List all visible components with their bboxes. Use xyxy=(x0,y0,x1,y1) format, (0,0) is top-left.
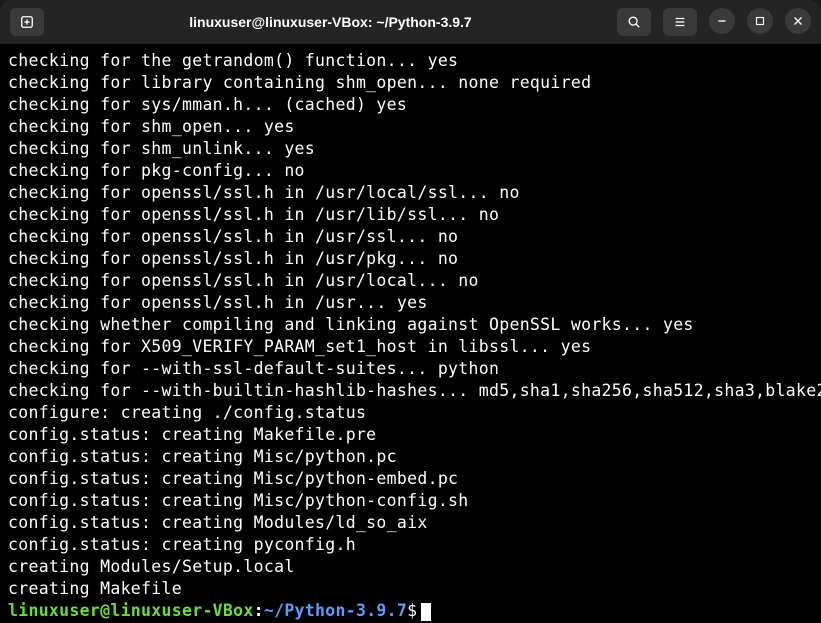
prompt-user: linuxuser@linuxuser-VBox xyxy=(8,601,254,620)
terminal-line: creating Makefile xyxy=(8,578,813,600)
terminal-line: checking for X509_VERIFY_PARAM_set1_host… xyxy=(8,336,813,358)
window-title: linuxuser@linuxuser-VBox: ~/Python-3.9.7 xyxy=(44,14,617,30)
terminal-line: checking for openssl/ssl.h in /usr... ye… xyxy=(8,292,813,314)
terminal-line: config.status: creating Misc/python-conf… xyxy=(8,490,813,512)
titlebar: linuxuser@linuxuser-VBox: ~/Python-3.9.7 xyxy=(0,0,821,44)
prompt-path: ~/Python-3.9.7 xyxy=(264,601,407,620)
new-tab-button[interactable] xyxy=(10,8,44,36)
terminal-line: config.status: creating Modules/ld_so_ai… xyxy=(8,512,813,534)
terminal-output[interactable]: checking for the getrandom() function...… xyxy=(0,44,821,623)
terminal-line: config.status: creating pyconfig.h xyxy=(8,534,813,556)
terminal-line: checking for openssl/ssl.h in /usr/lib/s… xyxy=(8,204,813,226)
prompt-dollar: $ xyxy=(407,601,417,620)
menu-button[interactable] xyxy=(663,8,697,36)
titlebar-left xyxy=(10,8,44,36)
terminal-line: checking for openssl/ssl.h in /usr/ssl..… xyxy=(8,226,813,248)
maximize-button[interactable] xyxy=(747,8,773,34)
terminal-line: checking for sys/mman.h... (cached) yes xyxy=(8,94,813,116)
terminal-line: checking for --with-ssl-default-suites..… xyxy=(8,358,813,380)
terminal-line: checking for the getrandom() function...… xyxy=(8,50,813,72)
titlebar-right xyxy=(617,8,811,36)
terminal-line: checking for shm_open... yes xyxy=(8,116,813,138)
terminal-line: creating Modules/Setup.local xyxy=(8,556,813,578)
terminal-line: checking for openssl/ssl.h in /usr/local… xyxy=(8,182,813,204)
cursor-icon xyxy=(421,603,431,621)
terminal-line: configure: creating ./config.status xyxy=(8,402,813,424)
terminal-line: config.status: creating Makefile.pre xyxy=(8,424,813,446)
terminal-line: checking for pkg-config... no xyxy=(8,160,813,182)
prompt-colon: : xyxy=(254,601,264,620)
search-button[interactable] xyxy=(617,8,651,36)
terminal-line: checking for openssl/ssl.h in /usr/local… xyxy=(8,270,813,292)
close-button[interactable] xyxy=(785,8,811,34)
terminal-line: checking for --with-builtin-hashlib-hash… xyxy=(8,380,813,402)
terminal-line: checking whether compiling and linking a… xyxy=(8,314,813,336)
minimize-button[interactable] xyxy=(709,8,735,34)
prompt-line: linuxuser@linuxuser-VBox:~/Python-3.9.7$ xyxy=(8,600,813,622)
terminal-line: checking for shm_unlink... yes xyxy=(8,138,813,160)
terminal-line: config.status: creating Misc/python.pc xyxy=(8,446,813,468)
terminal-line: checking for openssl/ssl.h in /usr/pkg..… xyxy=(8,248,813,270)
terminal-line: checking for library containing shm_open… xyxy=(8,72,813,94)
terminal-line: config.status: creating Misc/python-embe… xyxy=(8,468,813,490)
